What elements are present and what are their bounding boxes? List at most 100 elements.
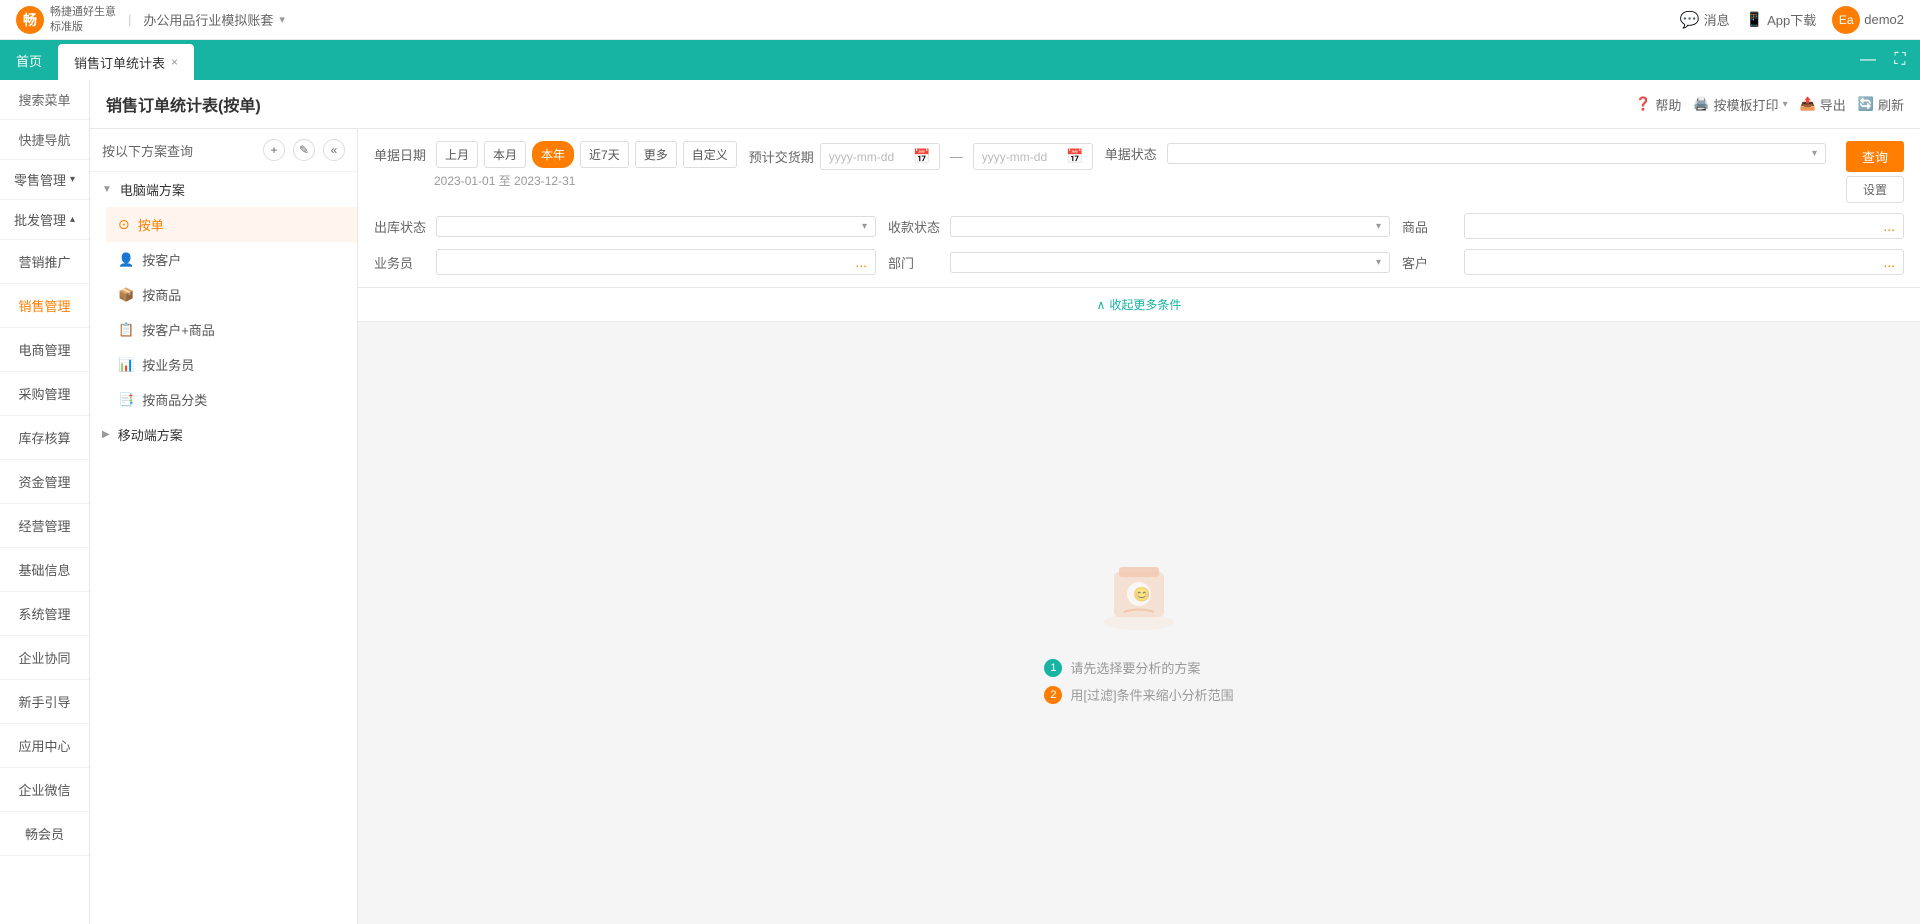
bill-status-arrow-icon: ▾ — [1812, 148, 1817, 159]
tree-pc-parent[interactable]: ▼ 电脑端方案 — [90, 172, 357, 207]
tree-item-by-product[interactable]: 📦 按商品 — [106, 277, 357, 312]
message-btn[interactable]: 💬 消息 — [1680, 10, 1730, 30]
sidebar-item-corp[interactable]: 企业协同 — [0, 636, 89, 680]
salesperson-input[interactable]: ... — [436, 249, 876, 275]
collapse-panel-btn[interactable]: « — [323, 139, 345, 161]
tab-home[interactable]: 首页 — [0, 40, 58, 80]
sidebar-item-retail[interactable]: 零售管理 ▾ — [0, 160, 89, 200]
last7-btn[interactable]: 近7天 — [580, 141, 629, 168]
date-label: 单据日期 — [374, 145, 430, 164]
top-bar: 畅 畅捷通好生意 标准版 | 办公用品行业模拟账套 ▾ 💬 消息 📱 App下载… — [0, 0, 1920, 40]
filter-area: 单据日期 上月 本月 本年 近7天 更多 自定义 2023-01-01 至 20… — [358, 129, 1920, 288]
sidebar-item-wholesale[interactable]: 批发管理 ▴ — [0, 200, 89, 240]
sidebar-quick-nav[interactable]: 快捷导航 — [0, 120, 89, 160]
sidebar-item-wechat[interactable]: 企业微信 — [0, 768, 89, 812]
left-panel: 按以下方案查询 + ✎ « ▼ 电脑端方案 ⊙ 按单 — [90, 129, 358, 924]
sidebar-item-basic[interactable]: 基础信息 — [0, 548, 89, 592]
search-buttons: 查询 设置 — [1846, 141, 1904, 203]
left-panel-title: 按以下方案查询 — [102, 141, 193, 160]
filter-row-2: 出库状态 ▾ 收款状态 ▾ — [374, 213, 1904, 239]
product-dots-icon[interactable]: ... — [1883, 218, 1895, 234]
payment-status-select[interactable]: ▾ — [950, 216, 1390, 237]
expand-icon2: ▴ — [70, 214, 75, 225]
sidebar-item-appstore[interactable]: 应用中心 — [0, 724, 89, 768]
ship-status-section: 出库状态 ▾ — [374, 216, 876, 237]
customer-label: 客户 — [1402, 253, 1458, 272]
product-section: 商品 ... — [1402, 213, 1904, 239]
help-btn[interactable]: ❓ 帮助 — [1635, 95, 1681, 114]
customer-dots-icon[interactable]: ... — [1883, 254, 1895, 270]
print-arrow-icon: ▾ — [1783, 99, 1788, 110]
tab-bar-actions: — ⛶ — [1856, 48, 1912, 72]
bill-status-label: 单据状态 — [1105, 144, 1161, 163]
cal-start-icon[interactable]: 📅 — [913, 148, 930, 165]
breadcrumb[interactable]: 办公用品行业模拟账套 ▾ — [143, 10, 285, 29]
sidebar-item-sales[interactable]: 销售管理 — [0, 284, 89, 328]
sidebar-item-member[interactable]: 畅会员 — [0, 812, 89, 856]
collapse-icon: ∧ — [1097, 298, 1106, 312]
expected-date-label: 预计交货期 — [749, 147, 814, 166]
by-order-icon: ⊙ — [118, 216, 130, 233]
this-month-btn[interactable]: 本月 — [484, 141, 526, 168]
collapse-bar[interactable]: ∧ 收起更多条件 — [358, 288, 1920, 322]
tree-mobile-parent[interactable]: ▶ 移动端方案 — [90, 417, 357, 452]
ship-status-select[interactable]: ▾ — [436, 216, 876, 237]
maximize-btn[interactable]: ⛶ — [1888, 48, 1912, 72]
sidebar-item-finance[interactable]: 资金管理 — [0, 460, 89, 504]
sidebar: 搜索菜单 快捷导航 零售管理 ▾ 批发管理 ▴ 营销推广 销售管理 电商管理 采… — [0, 80, 90, 924]
sidebar-item-system[interactable]: 系统管理 — [0, 592, 89, 636]
tab-sales-order-stats[interactable]: 销售订单统计表 × — [58, 44, 194, 80]
salesperson-label: 业务员 — [374, 253, 430, 272]
settings-btn[interactable]: 设置 — [1846, 176, 1904, 203]
dept-select[interactable]: ▾ — [950, 252, 1390, 273]
minimize-btn[interactable]: — — [1856, 48, 1880, 72]
sidebar-item-marketing[interactable]: 营销推广 — [0, 240, 89, 284]
more-btn[interactable]: 更多 — [635, 141, 677, 168]
prev-month-btn[interactable]: 上月 — [436, 141, 478, 168]
edit-scheme-btn[interactable]: ✎ — [293, 139, 315, 161]
empty-tip-1: 1 请先选择要分析的方案 — [1044, 658, 1233, 677]
logo-text: 畅捷通好生意 标准版 — [50, 5, 116, 34]
sidebar-item-ecom[interactable]: 电商管理 — [0, 328, 89, 372]
expected-date-section: 预计交货期 yyyy-mm-dd 📅 — yyyy-mm-dd 📅 — [749, 141, 1093, 170]
cal-end-icon[interactable]: 📅 — [1066, 148, 1083, 165]
payment-status-arrow-icon: ▾ — [1376, 221, 1381, 232]
add-scheme-btn[interactable]: + — [263, 139, 285, 161]
ship-status-arrow-icon: ▾ — [862, 221, 867, 232]
tree-item-by-order[interactable]: ⊙ 按单 — [106, 207, 357, 242]
tree-item-by-category[interactable]: 📑 按商品分类 — [106, 382, 357, 417]
sidebar-search[interactable]: 搜索菜单 — [0, 80, 89, 120]
collapse-label: 收起更多条件 — [1109, 296, 1181, 313]
user-menu-btn[interactable]: Ea demo2 — [1832, 6, 1904, 34]
tree-children: ⊙ 按单 👤 按客户 📦 按商品 📋 按客户+商品 — [90, 207, 357, 417]
customer-input[interactable]: ... — [1464, 249, 1904, 275]
app-download-btn[interactable]: 📱 App下载 — [1746, 10, 1817, 29]
query-btn[interactable]: 查询 — [1846, 141, 1904, 172]
tree-item-by-cust-prod[interactable]: 📋 按客户+商品 — [106, 312, 357, 347]
salesperson-dots-icon[interactable]: ... — [855, 254, 867, 270]
refresh-btn[interactable]: 🔄 刷新 — [1858, 95, 1904, 114]
sidebar-item-inventory[interactable]: 库存核算 — [0, 416, 89, 460]
template-print-btn[interactable]: 🖨️ 按模板打印 ▾ — [1693, 95, 1787, 114]
expected-date-end[interactable]: yyyy-mm-dd 📅 — [973, 143, 1093, 170]
sidebar-item-newbie[interactable]: 新手引导 — [0, 680, 89, 724]
inner-layout: 按以下方案查询 + ✎ « ▼ 电脑端方案 ⊙ 按单 — [90, 129, 1920, 924]
by-customer-icon: 👤 — [118, 252, 134, 268]
expected-date-start[interactable]: yyyy-mm-dd 📅 — [820, 143, 940, 170]
custom-btn[interactable]: 自定义 — [683, 141, 737, 168]
tree-item-by-staff[interactable]: 📊 按业务员 — [106, 347, 357, 382]
tree-mobile-expand-icon: ▶ — [102, 429, 110, 440]
export-btn[interactable]: 📤 导出 — [1800, 95, 1846, 114]
sidebar-item-purchase[interactable]: 采购管理 — [0, 372, 89, 416]
left-panel-header: 按以下方案查询 + ✎ « — [90, 129, 357, 172]
sidebar-item-ops[interactable]: 经营管理 — [0, 504, 89, 548]
bill-status-select[interactable]: ▾ — [1167, 143, 1826, 164]
page-header: 销售订单统计表(按单) ❓ 帮助 🖨️ 按模板打印 ▾ 📤 导出 🔄 刷新 — [90, 80, 1920, 129]
this-year-btn[interactable]: 本年 — [532, 141, 574, 168]
tab-close-icon[interactable]: × — [171, 55, 178, 69]
top-divider: | — [128, 12, 131, 27]
tree-item-by-customer[interactable]: 👤 按客户 — [106, 242, 357, 277]
dept-arrow-icon: ▾ — [1376, 257, 1381, 268]
help-icon: ❓ — [1635, 96, 1651, 112]
product-input[interactable]: ... — [1464, 213, 1904, 239]
